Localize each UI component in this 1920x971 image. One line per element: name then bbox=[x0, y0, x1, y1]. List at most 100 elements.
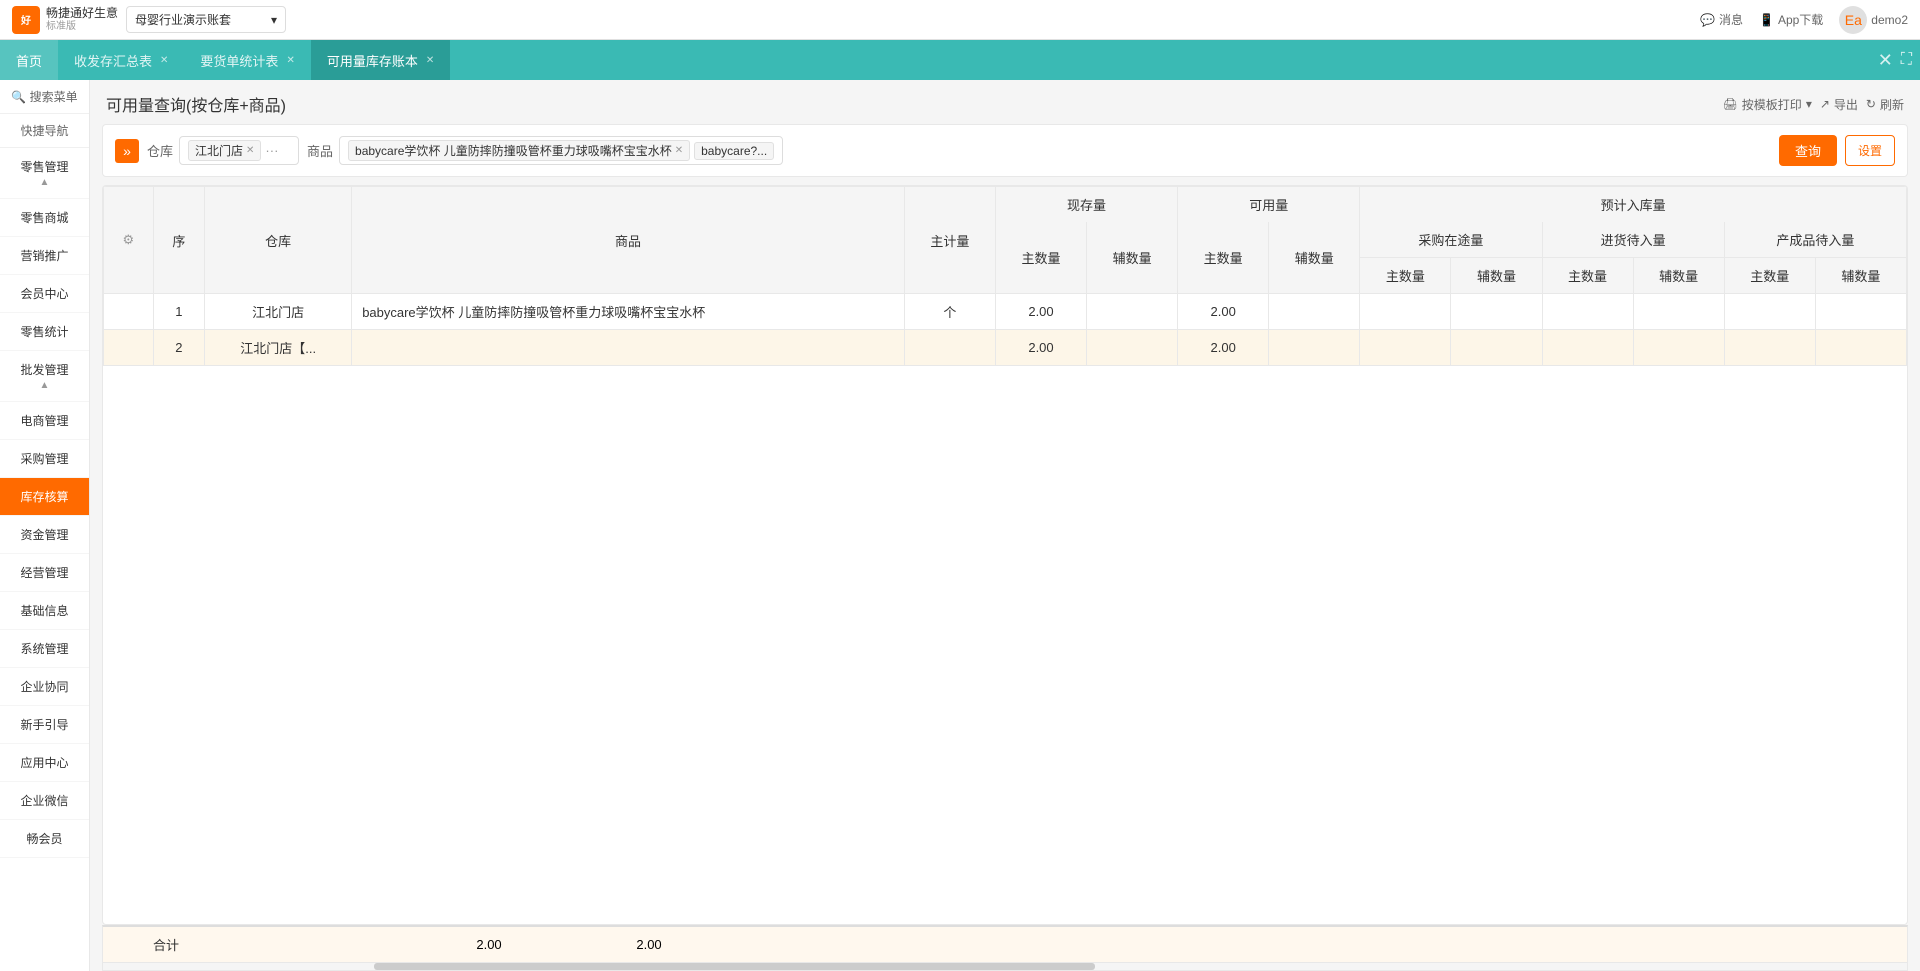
logo-text: 畅捷通好生意 标准版 bbox=[46, 6, 118, 32]
sidebar-item-newbie[interactable]: 新手引导 bbox=[0, 706, 89, 744]
total-stock-aux bbox=[529, 937, 609, 952]
col-settings[interactable]: ⚙ bbox=[104, 187, 154, 294]
remove-product-tag-1[interactable]: ✕ bbox=[675, 145, 683, 156]
settings-icon[interactable]: ⚙ bbox=[122, 232, 134, 247]
logo-area: 好 畅捷通好生意 标准版 bbox=[12, 6, 118, 34]
refresh-btn[interactable]: ↻ 刷新 bbox=[1866, 96, 1904, 113]
chevron-down-icon: ▾ bbox=[1806, 97, 1812, 111]
app-download-btn[interactable]: 📱 App下载 bbox=[1759, 11, 1823, 28]
nav-tabs: 首页 收发存汇总表 ✕ 要货单统计表 ✕ 可用量库存账本 ✕ ✕ ⛶ bbox=[0, 40, 1920, 80]
cell-prod-main bbox=[1724, 330, 1815, 366]
sidebar-search[interactable]: 🔍 搜索菜单 bbox=[0, 80, 89, 114]
sidebar-item-finance[interactable]: 资金管理 bbox=[0, 516, 89, 554]
sidebar-item-enterprise-wechat[interactable]: 企业微信 bbox=[0, 782, 89, 820]
top-bar: 好 畅捷通好生意 标准版 母婴行业演示账套 ▾ 💬 消息 📱 App下载 Ea … bbox=[0, 0, 1920, 40]
close-tab-receipts[interactable]: ✕ bbox=[160, 55, 168, 66]
product-input[interactable]: babycare学饮杯 儿童防摔防撞吸管杯重力球吸嘴杯宝宝水杯 ✕ babyca… bbox=[339, 136, 783, 165]
tab-home[interactable]: 首页 bbox=[0, 40, 58, 80]
cell-avail-aux bbox=[1269, 294, 1360, 330]
remove-warehouse-tag[interactable]: ✕ bbox=[246, 145, 254, 156]
maximize-icon[interactable]: ⛶ bbox=[1901, 51, 1912, 69]
main-layout: 🔍 搜索菜单 快捷导航 零售管理 ▲ 零售商城 营销推广 会员中心 零售统计 批… bbox=[0, 80, 1920, 971]
cell-stock-main: 2.00 bbox=[995, 330, 1086, 366]
sidebar-item-retail-mall[interactable]: 零售商城 bbox=[0, 199, 89, 237]
export-btn[interactable]: ↗ 导出 bbox=[1820, 96, 1858, 113]
cell-product: babycare学饮杯 儿童防摔防撞吸管杯重力球吸嘴杯宝宝水杯 bbox=[352, 294, 905, 330]
warehouse-input[interactable]: 江北门店 ✕ ··· bbox=[179, 136, 299, 165]
message-icon: 💬 bbox=[1700, 13, 1715, 27]
refresh-icon: ↻ bbox=[1866, 97, 1876, 111]
cell-avail-main: 2.00 bbox=[1178, 330, 1269, 366]
cell-prod-aux bbox=[1815, 330, 1906, 366]
print-btn[interactable]: 🖨 按模板打印 ▾ bbox=[1723, 96, 1812, 113]
close-tab-orders[interactable]: ✕ bbox=[286, 55, 294, 66]
tab-orders[interactable]: 要货单统计表 ✕ bbox=[184, 40, 310, 80]
col-produced-group: 产成品待入量 bbox=[1724, 222, 1906, 258]
cell-avail-aux bbox=[1269, 330, 1360, 366]
cell-warehouse: 江北门店【... bbox=[205, 330, 352, 366]
cell-prod-aux bbox=[1815, 294, 1906, 330]
message-btn[interactable]: 💬 消息 bbox=[1700, 11, 1743, 28]
col-in-aux: 辅数量 bbox=[1633, 258, 1724, 294]
sidebar-item-wholesale[interactable]: 批发管理 ▲ bbox=[0, 351, 89, 402]
query-btn[interactable]: 查询 bbox=[1779, 135, 1837, 166]
cell-no: 1 bbox=[153, 294, 205, 330]
col-product: 商品 bbox=[352, 187, 905, 294]
user-area[interactable]: Ea demo2 bbox=[1839, 6, 1908, 34]
avatar: Ea bbox=[1839, 6, 1867, 34]
cell-in-aux bbox=[1633, 330, 1724, 366]
download-icon: 📱 bbox=[1759, 13, 1774, 27]
col-prod-aux: 辅数量 bbox=[1815, 258, 1906, 294]
total-avail-main: 2.00 bbox=[609, 937, 689, 952]
col-in-main: 主数量 bbox=[1542, 258, 1633, 294]
close-tab-available[interactable]: ✕ bbox=[426, 55, 434, 66]
sidebar-item-vip[interactable]: 畅会员 bbox=[0, 820, 89, 858]
total-values: 2.00 2.00 bbox=[299, 937, 1907, 952]
warehouse-filter-group: 仓库 江北门店 ✕ ··· bbox=[147, 136, 299, 165]
sidebar-item-member[interactable]: 会员中心 bbox=[0, 275, 89, 313]
col-purchase-group: 采购在途量 bbox=[1360, 222, 1542, 258]
sidebar-item-purchase[interactable]: 采购管理 bbox=[0, 440, 89, 478]
store-selector[interactable]: 母婴行业演示账套 ▾ bbox=[126, 6, 286, 33]
cell-stock-aux bbox=[1087, 330, 1178, 366]
sidebar-item-retail-stats[interactable]: 零售统计 bbox=[0, 313, 89, 351]
print-icon: 🖨 bbox=[1723, 97, 1738, 111]
col-pur-aux: 辅数量 bbox=[1451, 258, 1542, 294]
sidebar-item-enterprise[interactable]: 企业协同 bbox=[0, 668, 89, 706]
tab-available[interactable]: 可用量库存账本 ✕ bbox=[311, 40, 450, 80]
expand-icon: ▲ bbox=[40, 177, 50, 188]
product-label: 商品 bbox=[307, 141, 333, 160]
table-body: 1 江北门店 babycare学饮杯 儿童防摔防撞吸管杯重力球吸嘴杯宝宝水杯 个… bbox=[104, 294, 1907, 366]
page-actions: 🖨 按模板打印 ▾ ↗ 导出 ↻ 刷新 bbox=[1723, 96, 1904, 113]
filter-expand-btn[interactable]: » bbox=[115, 139, 139, 163]
settings-btn[interactable]: 设置 bbox=[1845, 135, 1895, 166]
close-all-icon[interactable]: ✕ bbox=[1878, 50, 1893, 71]
cell-warehouse: 江北门店 bbox=[205, 294, 352, 330]
product-filter-group: 商品 babycare学饮杯 儿童防摔防撞吸管杯重力球吸嘴杯宝宝水杯 ✕ bab… bbox=[307, 136, 783, 165]
sidebar-item-marketing[interactable]: 营销推广 bbox=[0, 237, 89, 275]
sidebar-item-system[interactable]: 系统管理 bbox=[0, 630, 89, 668]
col-no: 序 bbox=[153, 187, 205, 294]
cell-settings bbox=[104, 294, 154, 330]
sidebar-item-retail-mgmt[interactable]: 零售管理 ▲ bbox=[0, 148, 89, 199]
horizontal-scrollbar[interactable] bbox=[102, 963, 1908, 971]
col-planned-group: 预计入库量 bbox=[1360, 187, 1907, 223]
sidebar-quick-nav[interactable]: 快捷导航 bbox=[0, 114, 89, 148]
tab-receipts[interactable]: 收发存汇总表 ✕ bbox=[58, 40, 184, 80]
cell-stock-aux bbox=[1087, 294, 1178, 330]
more-warehouses[interactable]: ··· bbox=[265, 143, 278, 158]
sidebar-item-basic-info[interactable]: 基础信息 bbox=[0, 592, 89, 630]
sidebar-item-app-center[interactable]: 应用中心 bbox=[0, 744, 89, 782]
sidebar: 🔍 搜索菜单 快捷导航 零售管理 ▲ 零售商城 营销推广 会员中心 零售统计 批… bbox=[0, 80, 90, 971]
content-area: 可用量查询(按仓库+商品) 🖨 按模板打印 ▾ ↗ 导出 ↻ 刷新 » bbox=[90, 80, 1920, 971]
expand-icon: ▲ bbox=[40, 380, 50, 391]
total-stock-main: 2.00 bbox=[449, 937, 529, 952]
cell-pur-aux bbox=[1451, 330, 1542, 366]
sidebar-item-operations[interactable]: 经营管理 bbox=[0, 554, 89, 592]
total-label: 合计 bbox=[103, 935, 299, 954]
top-bar-right: 💬 消息 📱 App下载 Ea demo2 bbox=[1700, 6, 1908, 34]
sidebar-item-inventory[interactable]: 库存核算 bbox=[0, 478, 89, 516]
total-placeholder bbox=[299, 937, 449, 952]
col-pur-main: 主数量 bbox=[1360, 258, 1451, 294]
sidebar-item-ecommerce[interactable]: 电商管理 bbox=[0, 402, 89, 440]
